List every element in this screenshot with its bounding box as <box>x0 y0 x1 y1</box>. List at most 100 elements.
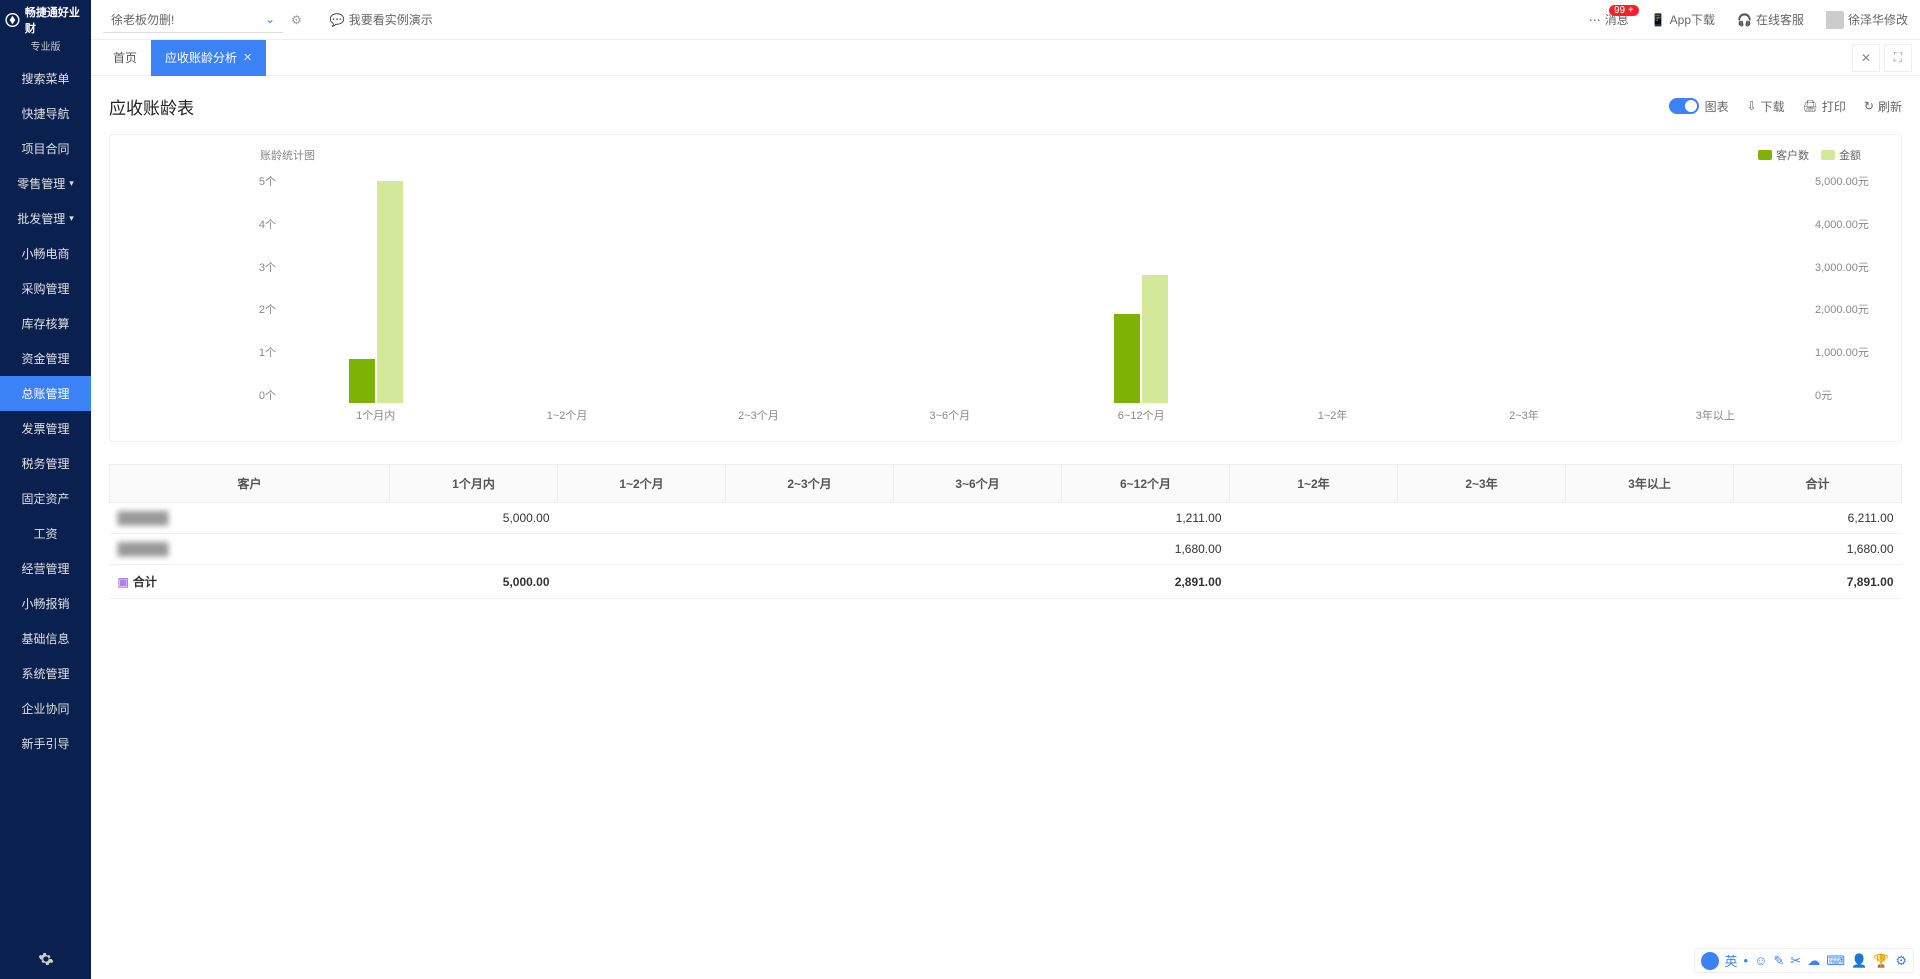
chart-toggle[interactable] <box>1669 98 1699 114</box>
col-header: 1~2年 <box>1230 465 1398 503</box>
tab-fullscreen[interactable]: ⛶ <box>1884 44 1912 72</box>
sidebar-item-17[interactable]: 系统管理 <box>0 656 91 691</box>
download-button[interactable]: ⇩ 下载 <box>1747 98 1785 115</box>
total-cell <box>726 565 894 599</box>
sidebar-item-16[interactable]: 基础信息 <box>0 621 91 656</box>
y-tick: 4,000.00元 <box>1815 216 1869 232</box>
sidebar-item-10[interactable]: 发票管理 <box>0 411 91 446</box>
sidebar-item-6[interactable]: 采购管理 <box>0 271 91 306</box>
cell: 1,680.00 <box>1734 534 1902 565</box>
y-tick: 1,000.00元 <box>1815 344 1869 360</box>
sidebar-item-9[interactable]: 总账管理 <box>0 376 91 411</box>
x-tick: 1~2年 <box>1237 407 1428 433</box>
table-row[interactable]: ██████5,000.001,211.006,211.00 <box>110 503 1902 534</box>
table-header-row: 客户1个月内1~2个月2~3个月3~6个月6~12个月1~2年2~3年3年以上合… <box>110 465 1902 503</box>
org-selector[interactable]: 徐老板勿删! ⌄ <box>103 7 283 33</box>
sidebar-item-15[interactable]: 小畅报销 <box>0 586 91 621</box>
col-header: 6~12个月 <box>1062 465 1230 503</box>
chart-plot <box>280 181 1811 403</box>
cell <box>726 503 894 534</box>
bar-group <box>1114 275 1168 403</box>
gear-icon <box>38 951 54 967</box>
refresh-button[interactable]: ↻ 刷新 <box>1864 98 1902 115</box>
sidebar-item-19[interactable]: 新手引导 <box>0 726 91 761</box>
messages-button[interactable]: ⋯ 消息 99 + <box>1589 11 1629 28</box>
close-icon[interactable]: ✕ <box>243 51 252 64</box>
sidebar-item-0[interactable]: 搜索菜单 <box>0 61 91 96</box>
cell <box>894 503 1062 534</box>
cell <box>894 534 1062 565</box>
settings-button[interactable] <box>0 939 91 979</box>
sidebar-menu: 搜索菜单快捷导航项目合同零售管理▾批发管理▾小畅电商采购管理库存核算资金管理总账… <box>0 61 91 939</box>
col-header: 1个月内 <box>390 465 558 503</box>
y-axis-left: 5个4个3个2个1个0个 <box>250 173 276 403</box>
y-tick: 2,000.00元 <box>1815 301 1869 317</box>
bar-customers[interactable] <box>349 359 375 403</box>
print-button[interactable]: 🖨 打印 <box>1803 98 1846 115</box>
sidebar-item-3[interactable]: 零售管理▾ <box>0 166 91 201</box>
download-icon: ⇩ <box>1747 99 1757 113</box>
legend-customers[interactable]: 客户数 <box>1758 147 1809 163</box>
total-cell <box>1398 565 1566 599</box>
cell <box>1230 534 1398 565</box>
refresh-icon: ↻ <box>1864 99 1874 113</box>
page-title: 应收账龄表 <box>109 94 194 119</box>
sidebar-item-1[interactable]: 快捷导航 <box>0 96 91 131</box>
support-button[interactable]: 🎧 在线客服 <box>1737 11 1804 28</box>
x-tick: 3~6个月 <box>854 407 1045 433</box>
tab-close-all[interactable]: ✕ <box>1852 44 1880 72</box>
gear-icon-small[interactable]: ⚙ <box>291 13 302 27</box>
content: 应收账龄表 图表 ⇩ 下载 🖨 打印 ↻ <box>91 76 1920 979</box>
sidebar-item-13[interactable]: 工资 <box>0 516 91 551</box>
sidebar-item-12[interactable]: 固定资产 <box>0 481 91 516</box>
table-row[interactable]: ██████1,680.001,680.00 <box>110 534 1902 565</box>
y-tick: 3,000.00元 <box>1815 259 1869 275</box>
tab-home[interactable]: 首页 <box>99 40 151 76</box>
total-cell: 2,891.00 <box>1062 565 1230 599</box>
x-tick: 6~12个月 <box>1046 407 1237 433</box>
demo-link[interactable]: 💬 我要看实例演示 <box>330 11 433 28</box>
y-axis-right: 5,000.00元4,000.00元3,000.00元2,000.00元1,00… <box>1815 173 1881 403</box>
ime-cloud-icon: ☁ <box>1807 953 1820 969</box>
legend-amount[interactable]: 金额 <box>1821 147 1861 163</box>
bar-amount[interactable] <box>1142 275 1168 403</box>
total-label: ▣合计 <box>110 565 390 599</box>
org-name: 徐老板勿删! <box>111 11 174 28</box>
sidebar-item-7[interactable]: 库存核算 <box>0 306 91 341</box>
cell: 1,680.00 <box>1062 534 1230 565</box>
total-cell <box>1230 565 1398 599</box>
ime-lang: 英 <box>1725 951 1738 970</box>
ime-cup-icon: 🏆 <box>1873 953 1889 969</box>
sidebar-item-11[interactable]: 税务管理 <box>0 446 91 481</box>
tab-receivable-aging[interactable]: 应收账龄分析 ✕ <box>151 40 266 76</box>
toggle-label: 图表 <box>1705 98 1729 115</box>
avatar-icon <box>1826 11 1844 29</box>
sidebar-item-4[interactable]: 批发管理▾ <box>0 201 91 236</box>
sidebar-item-2[interactable]: 项目合同 <box>0 131 91 166</box>
x-tick: 2~3个月 <box>663 407 854 433</box>
sidebar-item-18[interactable]: 企业协同 <box>0 691 91 726</box>
col-header: 合计 <box>1734 465 1902 503</box>
ime-smile-icon: ☺ <box>1754 953 1767 968</box>
x-tick: 3年以上 <box>1620 407 1811 433</box>
col-header: 3年以上 <box>1566 465 1734 503</box>
app-download-button[interactable]: 📱 App下载 <box>1651 11 1715 28</box>
main-area: 徐老板勿删! ⌄ ⚙ 💬 我要看实例演示 ⋯ 消息 99 + 📱 App下载 🎧… <box>91 0 1920 979</box>
sidebar-item-8[interactable]: 资金管理 <box>0 341 91 376</box>
cell: ██████ <box>110 503 390 534</box>
table-body: ██████5,000.001,211.006,211.00██████ 1,68… <box>110 503 1902 599</box>
bar-customers[interactable] <box>1114 314 1140 403</box>
cell <box>390 534 558 565</box>
y-tick: 0个 <box>259 387 276 403</box>
y-tick: 1个 <box>259 344 276 360</box>
brand-logo: 畅捷通好业财 <box>0 0 91 40</box>
user-menu[interactable]: 徐泽华修改 <box>1826 11 1908 29</box>
ime-toolbar[interactable]: 王 英 • ☺ ✎ ✂ ☁ ⌨ 👤 🏆 ⚙ <box>1694 948 1914 973</box>
sum-icon: ▣ <box>118 575 129 589</box>
col-header: 2~3年 <box>1398 465 1566 503</box>
chart-legend: 客户数 金额 <box>1758 147 1861 163</box>
sidebar-item-14[interactable]: 经营管理 <box>0 551 91 586</box>
sidebar-item-5[interactable]: 小畅电商 <box>0 236 91 271</box>
swatch-icon <box>1821 150 1835 160</box>
bar-amount[interactable] <box>377 181 403 403</box>
